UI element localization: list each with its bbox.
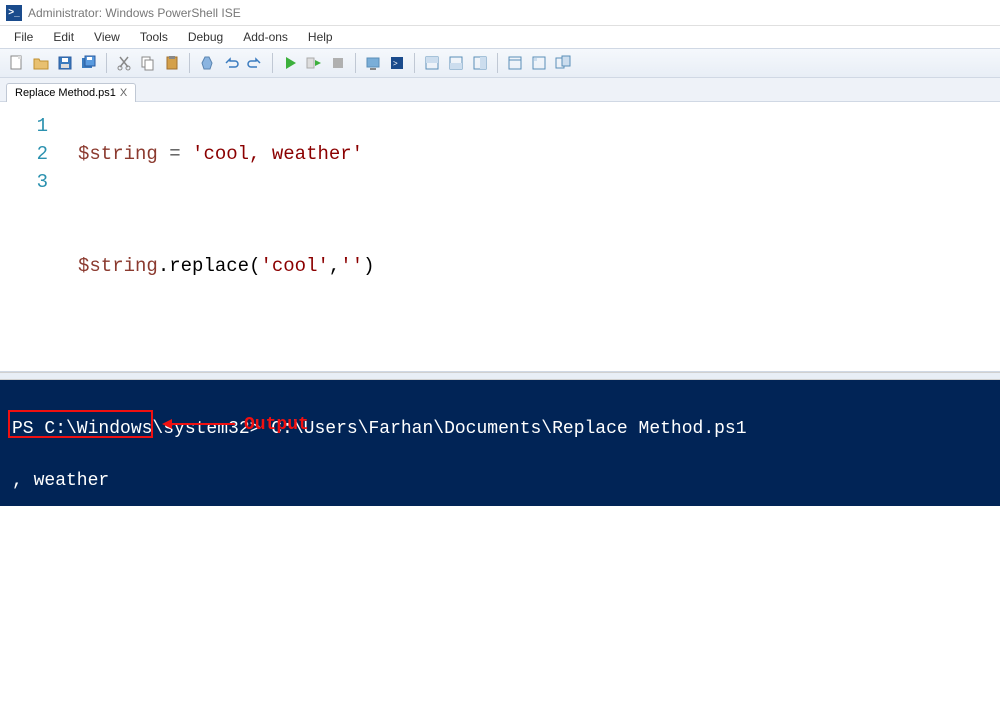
svg-text:>: > bbox=[393, 59, 398, 68]
open-file-icon[interactable] bbox=[30, 52, 52, 74]
pane-icon[interactable] bbox=[469, 52, 491, 74]
window-title: Administrator: Windows PowerShell ISE bbox=[28, 6, 241, 20]
menu-file[interactable]: File bbox=[4, 27, 43, 47]
file-tab[interactable]: Replace Method.ps1 X bbox=[6, 83, 136, 102]
pane-icon[interactable] bbox=[504, 52, 526, 74]
editor-tab-bar: Replace Method.ps1 X bbox=[0, 78, 1000, 102]
console-output: , weather bbox=[12, 471, 109, 491]
console-command: C:\Users\Farhan\Documents\Replace Method… bbox=[260, 419, 746, 439]
redo-icon[interactable] bbox=[244, 52, 266, 74]
code-comma: , bbox=[329, 255, 340, 277]
line-number: 1 bbox=[0, 112, 48, 140]
code-string: '' bbox=[340, 255, 363, 277]
annotation-arrow-icon bbox=[160, 416, 240, 432]
toolbar-separator bbox=[497, 53, 498, 73]
menu-debug[interactable]: Debug bbox=[178, 27, 233, 47]
toolbar: > bbox=[0, 48, 1000, 78]
code-dot: . bbox=[158, 255, 169, 277]
cut-icon[interactable] bbox=[113, 52, 135, 74]
pane-icon[interactable] bbox=[552, 52, 574, 74]
annotation-label: Output bbox=[244, 412, 309, 438]
undo-icon[interactable] bbox=[220, 52, 242, 74]
app-icon: >_ bbox=[6, 5, 22, 21]
pane-icon[interactable] bbox=[528, 52, 550, 74]
code-paren-close: ) bbox=[363, 255, 374, 277]
remote-icon[interactable] bbox=[362, 52, 384, 74]
annotation-highlight-box bbox=[8, 410, 153, 438]
paste-icon[interactable] bbox=[161, 52, 183, 74]
new-file-icon[interactable] bbox=[6, 52, 28, 74]
code-string: 'cool, weather' bbox=[192, 143, 363, 165]
toolbar-separator bbox=[355, 53, 356, 73]
pane-splitter[interactable] bbox=[0, 372, 1000, 380]
line-number: 3 bbox=[0, 168, 48, 196]
code-editor[interactable]: 1 2 3 $string = 'cool, weather' $string.… bbox=[0, 102, 1000, 372]
code-method: replace bbox=[169, 255, 249, 277]
code-string: 'cool' bbox=[260, 255, 328, 277]
stop-icon[interactable] bbox=[327, 52, 349, 74]
toolbar-separator bbox=[414, 53, 415, 73]
save-icon[interactable] bbox=[54, 52, 76, 74]
run-icon[interactable] bbox=[279, 52, 301, 74]
copy-icon[interactable] bbox=[137, 52, 159, 74]
line-number: 2 bbox=[0, 140, 48, 168]
menu-edit[interactable]: Edit bbox=[43, 27, 84, 47]
title-bar: >_ Administrator: Windows PowerShell ISE bbox=[0, 0, 1000, 26]
run-selection-icon[interactable] bbox=[303, 52, 325, 74]
save-all-icon[interactable] bbox=[78, 52, 100, 74]
code-variable: $string bbox=[78, 143, 158, 165]
menu-bar: File Edit View Tools Debug Add-ons Help bbox=[0, 26, 1000, 48]
toolbar-separator bbox=[189, 53, 190, 73]
menu-help[interactable]: Help bbox=[298, 27, 343, 47]
code-content[interactable]: $string = 'cool, weather' $string.replac… bbox=[60, 102, 375, 371]
menu-tools[interactable]: Tools bbox=[130, 27, 178, 47]
menu-view[interactable]: View bbox=[84, 27, 130, 47]
menu-addons[interactable]: Add-ons bbox=[233, 27, 298, 47]
tab-close-icon[interactable]: X bbox=[120, 87, 127, 99]
code-paren-open: ( bbox=[249, 255, 260, 277]
pane-icon[interactable] bbox=[421, 52, 443, 74]
console-pane[interactable]: PS C:\Windows\system32> C:\Users\Farhan\… bbox=[0, 380, 1000, 506]
toolbar-separator bbox=[106, 53, 107, 73]
clear-icon[interactable] bbox=[196, 52, 218, 74]
console-prompt: PS C:\Windows\system32> bbox=[12, 575, 260, 595]
tab-label: Replace Method.ps1 bbox=[15, 87, 116, 99]
powershell-tab-icon[interactable]: > bbox=[386, 52, 408, 74]
pane-icon[interactable] bbox=[445, 52, 467, 74]
toolbar-separator bbox=[272, 53, 273, 73]
code-operator: = bbox=[158, 143, 192, 165]
code-variable: $string bbox=[78, 255, 158, 277]
line-gutter: 1 2 3 bbox=[0, 102, 60, 371]
